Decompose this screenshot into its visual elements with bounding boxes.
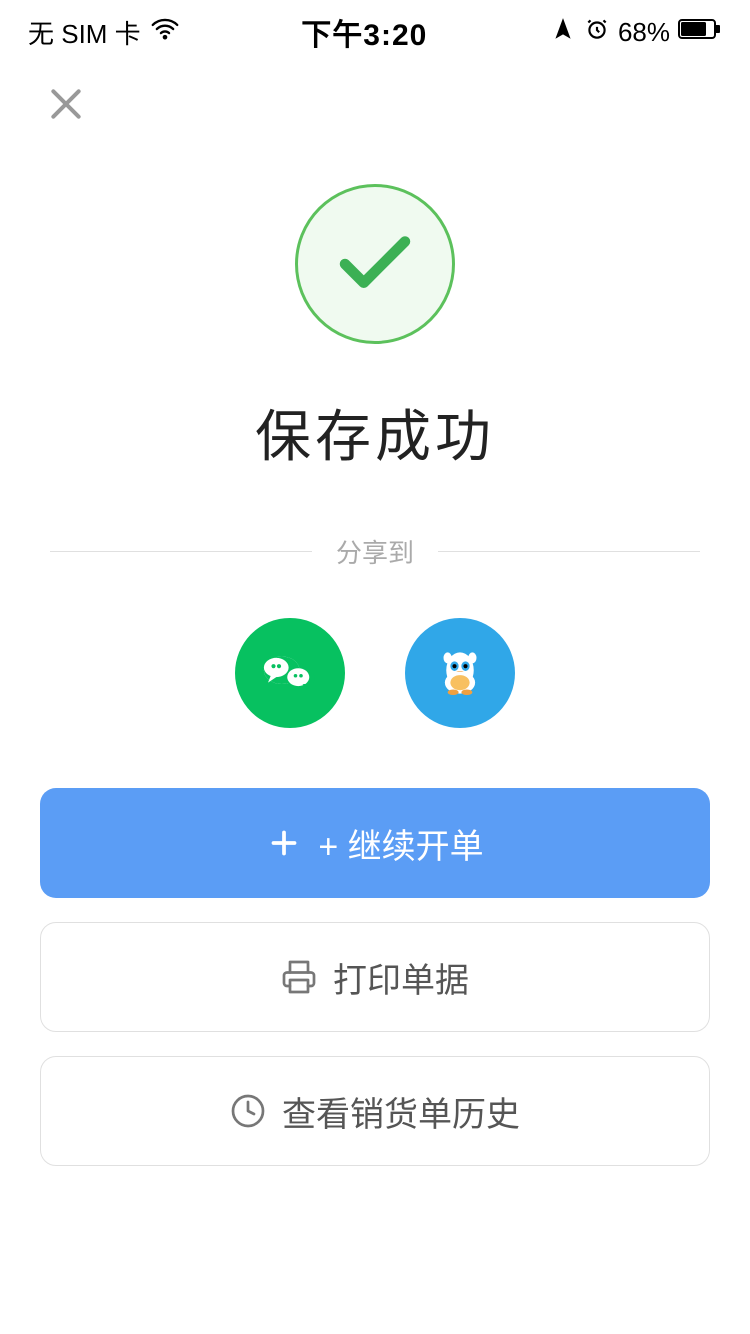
battery-percent: 68% [618,17,670,48]
view-history-label: 查看销货单历史 [282,1087,520,1136]
share-divider: 分享到 [0,533,750,570]
printer-icon [281,959,317,995]
status-time: 下午3:20 [301,10,427,54]
location-icon [550,16,576,49]
status-bar: 无 SIM 卡 下午3:20 68% [0,0,750,64]
qq-share-button[interactable] [405,618,515,728]
action-buttons: + 继续开单 打印单据 查看销货单历史 [0,728,750,1166]
share-icons [235,618,515,728]
success-area: 保存成功 分享到 [0,84,750,728]
wechat-share-button[interactable] [235,618,345,728]
view-history-button[interactable]: 查看销货单历史 [40,1056,710,1166]
print-receipt-label: 打印单据 [333,953,469,1002]
success-circle [295,184,455,344]
alarm-icon [584,16,610,49]
divider-line-left [50,551,312,552]
share-label: 分享到 [312,533,438,570]
history-icon [230,1093,266,1129]
wifi-icon [151,15,179,50]
divider-line-right [438,551,700,552]
status-right: 68% [550,16,722,49]
success-title: 保存成功 [255,392,495,473]
share-section: 分享到 [0,533,750,728]
plus-icon [266,825,302,861]
no-sim-text: 无 SIM 卡 [28,14,141,51]
battery-icon [678,17,722,48]
main-content: 保存成功 分享到 [0,64,750,1166]
close-button[interactable] [40,78,92,130]
print-receipt-button[interactable]: 打印单据 [40,922,710,1032]
continue-order-button[interactable]: + 继续开单 [40,788,710,898]
status-left: 无 SIM 卡 [28,14,179,51]
continue-order-label: + 继续开单 [318,819,483,868]
